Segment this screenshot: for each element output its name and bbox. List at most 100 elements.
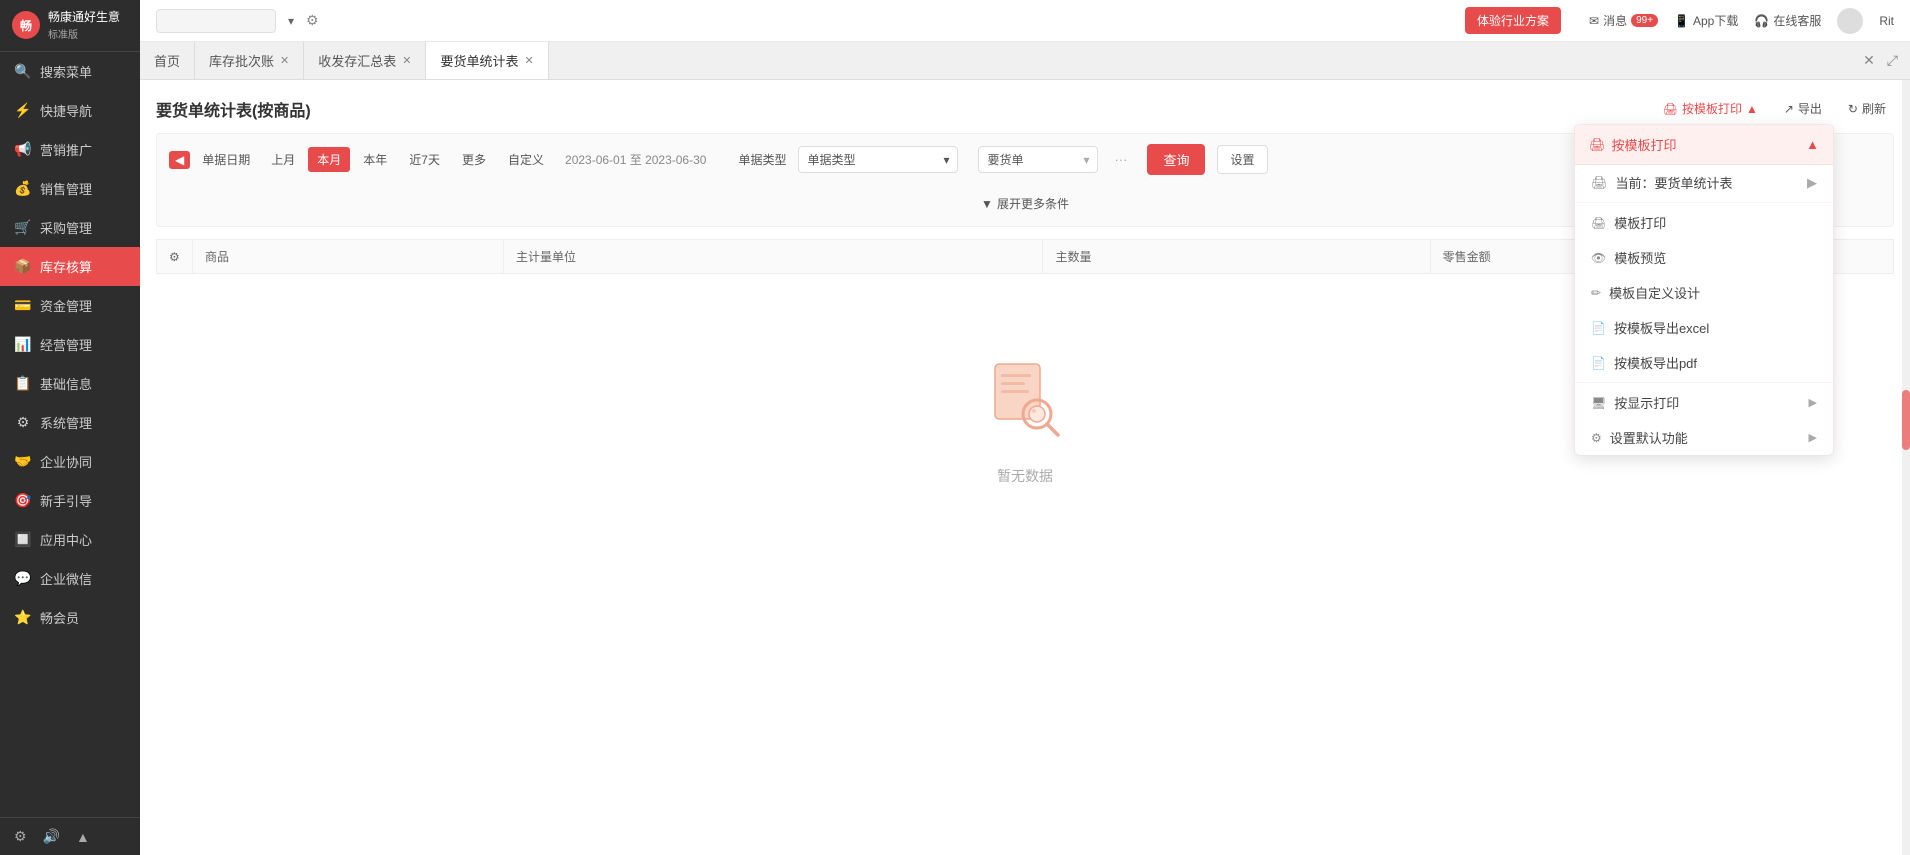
filter-type-label: 单据类型 [738, 151, 786, 168]
app-center-icon: 🔲 [14, 531, 32, 548]
tab-home[interactable]: 首页 [140, 42, 195, 79]
dropdown-template-export-pdf[interactable]: 📄 按模板导出pdf [1575, 345, 1833, 380]
tab-inventory-batch-close[interactable]: ✕ [280, 54, 289, 67]
topbar-dropdown[interactable]: ▾ [288, 14, 294, 28]
sidebar-item-enterprise[interactable]: 🤝 企业协同 [0, 442, 140, 481]
page-header: 要货单统计表(按商品) 🖨 按模板打印 ▲ ↗ 导出 ↻ 刷新 [156, 96, 1894, 121]
filter-type-value: 单据类型 [807, 151, 855, 168]
dropdown-set-default[interactable]: ⚙ 设置默认功能 ▶ [1575, 420, 1833, 455]
dropdown-chevron-up-icon[interactable]: ▲ [1806, 137, 1819, 152]
dropdown-edit-icon: ✏ [1591, 286, 1601, 300]
chevron-right-icon: ▶ [1809, 396, 1817, 409]
messages-btn[interactable]: ✉ 消息 99+ [1589, 12, 1658, 29]
filter-type-select[interactable]: 单据类型 ▾ [798, 146, 958, 173]
scroll-up-icon[interactable]: ▲ [76, 829, 90, 845]
date-btn-this-year[interactable]: 本年 [354, 147, 396, 172]
sidebar-item-label: 销售管理 [40, 179, 92, 198]
topbar-gear-icon[interactable]: ⚙ [306, 12, 319, 29]
table-settings-col[interactable]: ⚙ [157, 240, 193, 274]
filter-order-type[interactable]: 要货单 ▾ [978, 146, 1098, 173]
expand-btn[interactable]: ⤢ [1883, 48, 1902, 73]
page-content: 要货单统计表(按商品) 🖨 按模板打印 ▲ ↗ 导出 ↻ 刷新 [140, 80, 1910, 855]
dropdown-template-custom[interactable]: ✏ 模板自定义设计 [1575, 275, 1833, 310]
expand-chevron-icon: ▼ [981, 197, 993, 211]
topbar-right: ✉ 消息 99+ 📱 App下载 🎧 在线客服 Rit [1589, 8, 1894, 34]
sidebar-item-label: 采购管理 [40, 218, 92, 237]
sidebar-item-sales[interactable]: 💰 销售管理 [0, 169, 140, 208]
page-scrollbar[interactable] [1902, 80, 1910, 855]
app-download-btn[interactable]: 📱 App下载 [1674, 12, 1738, 29]
sidebar-item-app-center[interactable]: 🔲 应用中心 [0, 520, 140, 559]
sidebar-item-label: 资金管理 [40, 296, 92, 315]
sidebar-item-marketing[interactable]: 📢 营销推广 [0, 130, 140, 169]
settings-btn[interactable]: 设置 [1217, 145, 1267, 174]
dropdown-display-print[interactable]: 🖥 按显示打印 ▶ [1575, 385, 1833, 420]
page-actions: 🖨 按模板打印 ▲ ↗ 导出 ↻ 刷新 [1655, 96, 1894, 121]
chevron-right-icon-2: ▶ [1809, 431, 1817, 444]
dropdown-header: 🖨 按模板打印 ▲ [1575, 125, 1833, 165]
dropdown-template-print[interactable]: 🖨 模板打印 [1575, 205, 1833, 240]
sidebar-item-system[interactable]: ⚙ 系统管理 [0, 403, 140, 442]
sidebar-item-inventory[interactable]: 📦 库存核算 [0, 247, 140, 286]
tab-collection-summary[interactable]: 收发存汇总表 ✕ [304, 42, 426, 79]
filter-expand-icon[interactable]: ◀ [169, 151, 190, 169]
volume-icon[interactable]: 🔊 [43, 828, 60, 845]
close-all-btn[interactable]: ✕ [1859, 48, 1879, 73]
date-btn-more[interactable]: 更多 [453, 147, 495, 172]
sidebar-item-basic[interactable]: 📋 基础信息 [0, 364, 140, 403]
date-btn-7days[interactable]: 近7天 [400, 147, 449, 172]
app-name: 畅康通好生意 [48, 10, 120, 26]
sidebar-item-label: 应用中心 [40, 530, 92, 549]
topbar-search-input[interactable] [156, 9, 276, 33]
print-template-btn[interactable]: 🖨 按模板打印 ▲ [1655, 96, 1766, 121]
sidebar-item-quick-nav[interactable]: ⚡ 快捷导航 [0, 91, 140, 130]
export-btn[interactable]: ↗ 导出 [1776, 96, 1830, 121]
user-name: Rit [1879, 14, 1894, 28]
table-col-unit: 主计量单位 [504, 240, 1043, 274]
user-avatar[interactable] [1837, 8, 1863, 34]
quick-nav-icon: ⚡ [14, 102, 32, 119]
query-btn[interactable]: 查询 [1147, 144, 1205, 175]
expand-more-btn[interactable]: ▼ 展开更多条件 [969, 191, 1081, 216]
sidebar-item-search[interactable]: 🔍 搜索菜单 [0, 52, 140, 91]
date-btn-last-month[interactable]: 上月 [262, 147, 304, 172]
dropdown-current-template[interactable]: 🖨 当前：要货单统计表 ▶ [1575, 165, 1833, 200]
sales-icon: 💰 [14, 180, 32, 197]
refresh-btn[interactable]: ↻ 刷新 [1840, 96, 1894, 121]
messages-icon: ✉ [1589, 14, 1599, 28]
filter-more-dots[interactable]: ··· [1114, 152, 1127, 167]
tab-inventory-batch[interactable]: 库存批次账 ✕ [195, 42, 304, 79]
logo-icon: 畅 [12, 11, 40, 39]
online-service-btn[interactable]: 🎧 在线客服 [1754, 12, 1821, 29]
settings-icon[interactable]: ⚙ [14, 828, 27, 845]
tab-order-stats-close[interactable]: ✕ [525, 54, 534, 67]
empty-text: 暂无数据 [997, 466, 1053, 486]
date-btn-this-month[interactable]: 本月 [308, 147, 350, 172]
dropdown-printer-icon: 🖨 [1591, 216, 1606, 230]
sidebar-item-operations[interactable]: 📊 经营管理 [0, 325, 140, 364]
tab-inventory-batch-label: 库存批次账 [209, 51, 274, 70]
dropdown-template-export-excel[interactable]: 📄 按模板导出excel [1575, 310, 1833, 345]
tab-collection-summary-close[interactable]: ✕ [402, 54, 411, 67]
sidebar-item-label: 企业微信 [40, 569, 92, 588]
tabbar: 首页 库存批次账 ✕ 收发存汇总表 ✕ 要货单统计表 ✕ ✕ ⤢ [140, 42, 1910, 80]
sidebar-item-label: 经营管理 [40, 335, 92, 354]
sidebar-item-finance[interactable]: 💳 资金管理 [0, 286, 140, 325]
chevron-up-icon: ▲ [1746, 102, 1758, 116]
sidebar-item-label: 营销推广 [40, 140, 92, 159]
dropdown-template-preview[interactable]: 👁 模板预览 [1575, 240, 1833, 275]
dropdown-printer-icon: 🖨 [1589, 137, 1606, 153]
scrollbar-thumb[interactable] [1902, 390, 1910, 450]
sidebar-item-guide[interactable]: 🎯 新手引导 [0, 481, 140, 520]
sidebar-item-label: 新手引导 [40, 491, 92, 510]
sidebar-item-purchase[interactable]: 🛒 采购管理 [0, 208, 140, 247]
date-btn-custom[interactable]: 自定义 [499, 147, 553, 172]
sidebar-item-enterprise-wechat[interactable]: 💬 企业微信 [0, 559, 140, 598]
dropdown-file-pdf-icon: 📄 [1591, 356, 1606, 370]
sidebar-bottom: ⚙ 🔊 ▲ [0, 817, 140, 855]
dropdown-eye-icon: 👁 [1591, 251, 1606, 265]
experience-btn[interactable]: 体验行业方案 [1465, 7, 1561, 34]
tab-order-stats-label: 要货单统计表 [440, 51, 518, 70]
tab-order-stats[interactable]: 要货单统计表 ✕ [426, 42, 548, 79]
sidebar-item-membership[interactable]: ⭐ 畅会员 [0, 598, 140, 637]
